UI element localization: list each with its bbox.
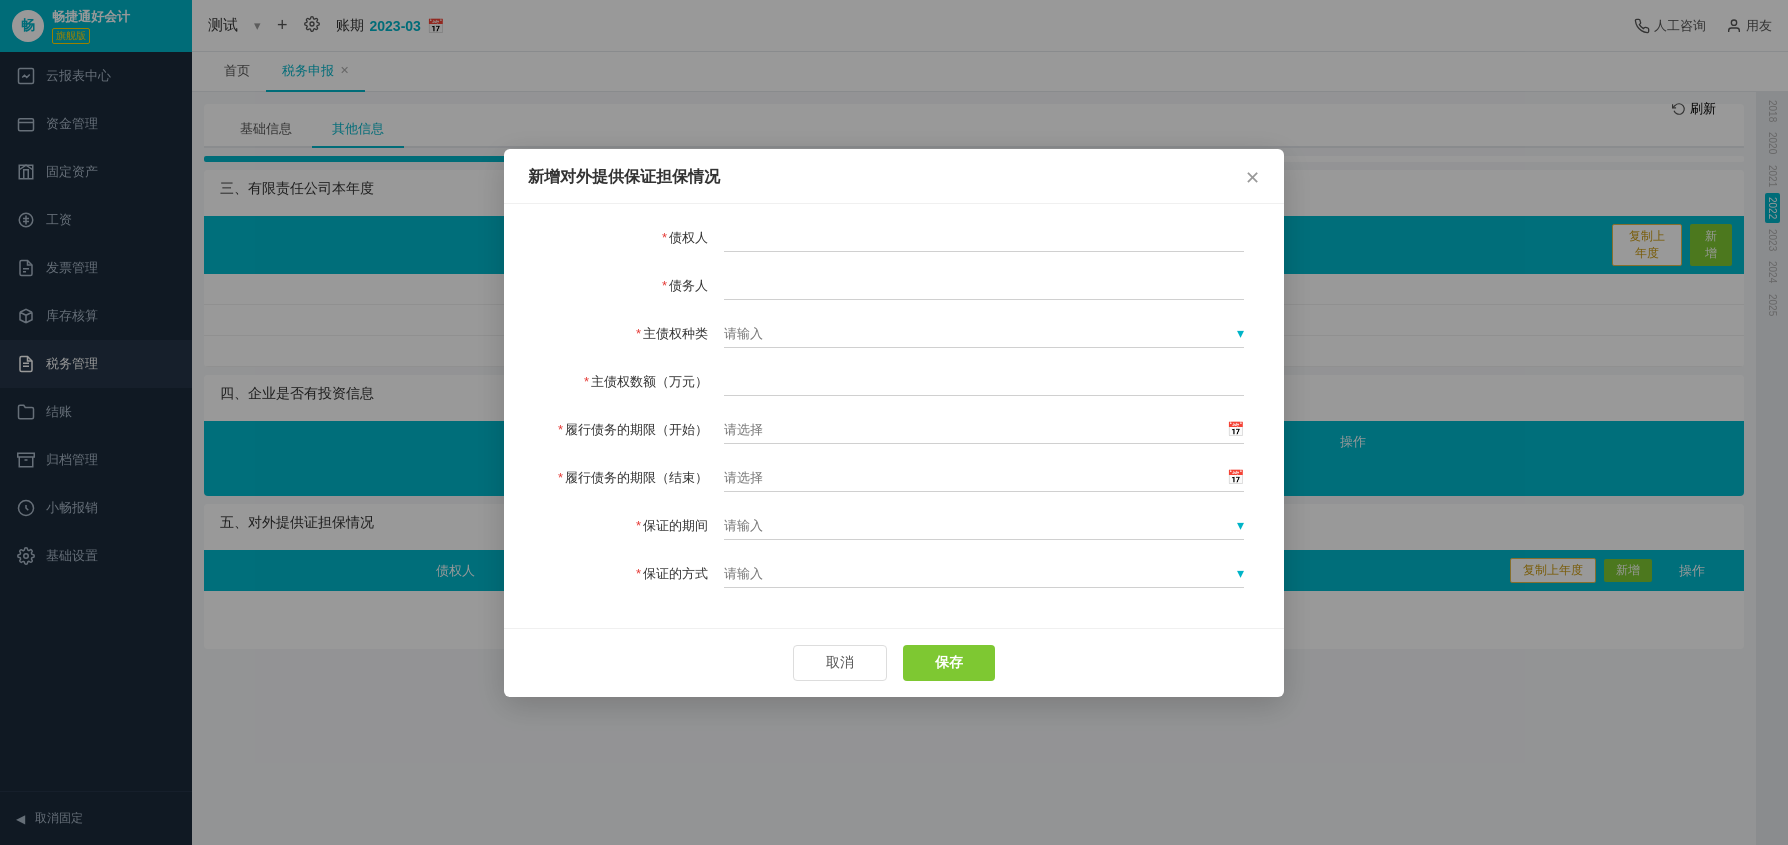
calendar-icon[interactable]: 📅 (1227, 469, 1244, 485)
save-button[interactable]: 保存 (903, 645, 995, 681)
zhuzhaiqualamount-input[interactable] (724, 368, 1244, 396)
zhiquanren-input[interactable] (724, 224, 1244, 252)
field-zhiquanren: *债权人 (544, 224, 1244, 252)
field-lvxing-start: *履行债务的期限（开始） 📅 (544, 416, 1244, 444)
baozheng-period-input[interactable] (724, 512, 1237, 539)
baozheng-way-input[interactable] (724, 560, 1237, 587)
field-label: *履行债务的期限（开始） (544, 421, 724, 439)
modal-dialog: 新增对外提供保证担保情况 ✕ *债权人 *债务人 *主债权种类 (504, 149, 1284, 697)
field-zhaiwuren: *债务人 (544, 272, 1244, 300)
field-label: *保证的期间 (544, 517, 724, 535)
field-zhuzhaiqualamount: *主债权数额（万元） (544, 368, 1244, 396)
zhaiwuren-input[interactable] (724, 272, 1244, 300)
baozheng-way-select[interactable]: ▾ (724, 560, 1244, 588)
modal-header: 新增对外提供保证担保情况 ✕ (504, 149, 1284, 204)
chevron-down-icon[interactable]: ▾ (1237, 325, 1244, 341)
chevron-down-icon[interactable]: ▾ (1237, 517, 1244, 533)
field-baozheng-period: *保证的期间 ▾ (544, 512, 1244, 540)
lvxing-start-date[interactable]: 📅 (724, 416, 1244, 444)
zhuzhaiqualtype-input[interactable] (724, 320, 1237, 347)
modal-body: *债权人 *债务人 *主债权种类 ▾ (504, 204, 1284, 628)
lvxing-end-input[interactable] (724, 464, 1227, 491)
lvxing-start-input[interactable] (724, 416, 1227, 443)
field-label: *主债权数额（万元） (544, 373, 724, 391)
lvxing-end-date[interactable]: 📅 (724, 464, 1244, 492)
field-label: *履行债务的期限（结束） (544, 469, 724, 487)
field-lvxing-end: *履行债务的期限（结束） 📅 (544, 464, 1244, 492)
field-label: *保证的方式 (544, 565, 724, 583)
modal-title: 新增对外提供保证担保情况 (528, 167, 720, 188)
modal-overlay: 新增对外提供保证担保情况 ✕ *债权人 *债务人 *主债权种类 (0, 0, 1788, 845)
cancel-button[interactable]: 取消 (793, 645, 887, 681)
field-baozheng-way: *保证的方式 ▾ (544, 560, 1244, 588)
calendar-icon[interactable]: 📅 (1227, 421, 1244, 437)
field-zhuzhaiqualtype: *主债权种类 ▾ (544, 320, 1244, 348)
modal-close-button[interactable]: ✕ (1245, 167, 1260, 189)
field-label: *债权人 (544, 229, 724, 247)
chevron-down-icon[interactable]: ▾ (1237, 565, 1244, 581)
zhuzhaiqualtype-select[interactable]: ▾ (724, 320, 1244, 348)
field-label: *主债权种类 (544, 325, 724, 343)
modal-footer: 取消 保存 (504, 628, 1284, 697)
field-label: *债务人 (544, 277, 724, 295)
baozheng-period-select[interactable]: ▾ (724, 512, 1244, 540)
